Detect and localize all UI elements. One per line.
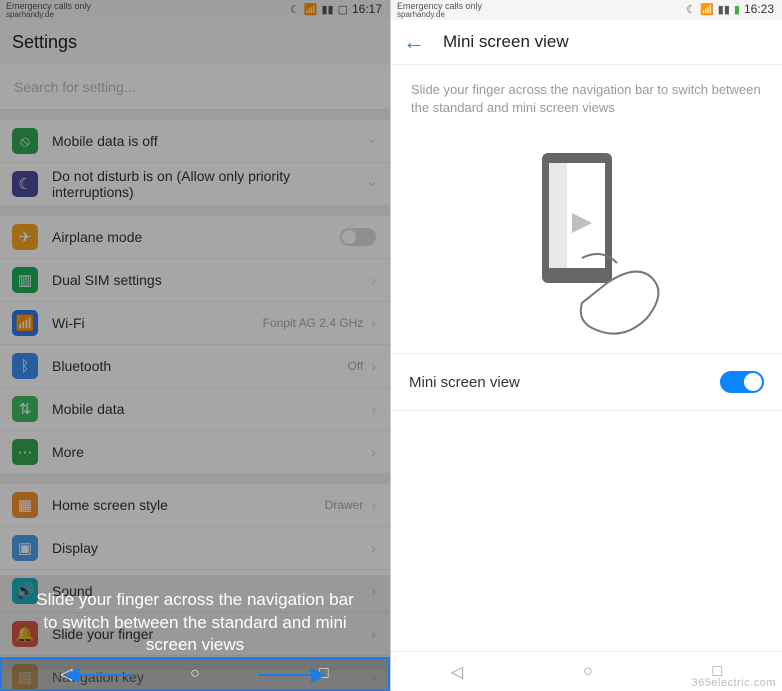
signal-icon: ▮▮: [718, 3, 730, 16]
row-label: Dual SIM settings: [52, 272, 371, 288]
row-mobile-data-off[interactable]: ⦸ Mobile data is off ›: [0, 120, 390, 163]
settings-title-bar: Settings: [0, 20, 390, 64]
hint-arrow-right-icon: ▶: [311, 662, 326, 687]
row-display[interactable]: ▣ Display ›: [0, 527, 390, 570]
hint-line: [78, 674, 132, 676]
row-label: Home screen style: [52, 497, 325, 513]
moon-icon: ☾: [290, 3, 300, 16]
wifi-icon: 📶: [12, 310, 38, 336]
sim-icon: ▥: [12, 267, 38, 293]
row-mobile-data[interactable]: ⇅ Mobile data ›: [0, 388, 390, 431]
row-label: Mobile data: [52, 401, 371, 417]
section-gap: [0, 206, 390, 216]
dnd-icon: ☾: [12, 171, 38, 197]
row-dnd[interactable]: ☾ Do not disturb is on (Allow only prior…: [0, 163, 390, 206]
row-bluetooth[interactable]: ᛒ Bluetooth Off ›: [0, 345, 390, 388]
section-gap: [0, 474, 390, 484]
carrier-sub: sparhandy.de: [397, 11, 482, 19]
row-home-style[interactable]: ▦ Home screen style Drawer ›: [0, 484, 390, 527]
display-icon: ▣: [12, 535, 38, 561]
airplane-icon: ✈: [12, 224, 38, 250]
battery-icon: ▮: [734, 3, 740, 16]
carrier-sub: sparhandy.de: [6, 11, 91, 19]
mini-screen-toggle[interactable]: [720, 371, 764, 393]
nav-home-icon[interactable]: ○: [583, 663, 593, 681]
wifi-icon: 📶: [304, 3, 318, 16]
chevron-right-icon: ›: [371, 540, 376, 556]
airplane-toggle[interactable]: [340, 228, 376, 246]
row-value: Fonpit AG 2.4 GHz: [263, 316, 364, 330]
row-wifi[interactable]: 📶 Wi-Fi Fonpit AG 2.4 GHz ›: [0, 302, 390, 345]
row-label: Airplane mode: [52, 229, 340, 245]
home-icon: ▦: [12, 492, 38, 518]
row-label: Display: [52, 540, 371, 556]
row-more[interactable]: ⋯ More ›: [0, 431, 390, 474]
hint-line: [258, 674, 312, 676]
moon-icon: ☾: [686, 3, 696, 16]
signal-icon: ▮▮: [321, 3, 333, 16]
more-icon: ⋯: [12, 439, 38, 465]
search-input[interactable]: Search for setting...: [0, 64, 390, 110]
nav-bar-hint[interactable]: ◀ ◁ ○ □ ▶: [0, 657, 390, 691]
phone-mini-screen: Emergency calls only sparhandy.de ☾ 📶 ▮▮…: [391, 0, 782, 691]
back-button[interactable]: ←: [403, 29, 425, 55]
chevron-down-icon: ›: [366, 139, 382, 144]
description-text: Slide your finger across the navigation …: [391, 64, 782, 133]
row-dualsim[interactable]: ▥ Dual SIM settings ›: [0, 259, 390, 302]
page-title: Mini screen view: [443, 32, 569, 52]
caption-text: Slide your finger across the navigation …: [28, 589, 362, 658]
status-bar: Emergency calls only sparhandy.de ☾ 📶 ▮▮…: [0, 0, 390, 20]
mobile-data-icon: ⦸: [12, 128, 38, 154]
row-label: Bluetooth: [52, 358, 348, 374]
watermark: 365electric.com: [691, 677, 776, 689]
chevron-down-icon: ›: [366, 182, 382, 187]
row-label: Do not disturb is on (Allow only priorit…: [52, 168, 371, 200]
chevron-right-icon: ›: [371, 272, 376, 288]
row-value: Drawer: [325, 498, 364, 512]
wifi-icon: 📶: [700, 3, 714, 16]
chevron-right-icon: ›: [371, 315, 376, 331]
phone-settings: Emergency calls only sparhandy.de ☾ 📶 ▮▮…: [0, 0, 391, 691]
page-title: Settings: [12, 32, 77, 53]
row-value: Off: [348, 359, 364, 373]
hand-phone-illustration: [487, 143, 687, 343]
row-label: Wi-Fi: [52, 315, 263, 331]
data-icon: ⇅: [12, 396, 38, 422]
clock: 16:17: [352, 2, 382, 16]
toggle-label: Mini screen view: [409, 374, 520, 391]
nav-home-icon[interactable]: ○: [131, 665, 260, 683]
row-airplane[interactable]: ✈ Airplane mode: [0, 216, 390, 259]
row-label: Mobile data is off: [52, 133, 371, 149]
chevron-right-icon: ›: [371, 358, 376, 374]
nav-back-icon[interactable]: ◁: [451, 662, 463, 682]
bluetooth-icon: ᛒ: [12, 353, 38, 379]
clock: 16:23: [744, 2, 774, 16]
status-bar: Emergency calls only sparhandy.de ☾ 📶 ▮▮…: [391, 0, 782, 20]
battery-icon: ▢: [338, 3, 348, 16]
chevron-right-icon: ›: [371, 497, 376, 513]
chevron-right-icon: ›: [371, 444, 376, 460]
illustration: [391, 133, 782, 353]
row-label: More: [52, 444, 371, 460]
section-gap: [0, 110, 390, 120]
search-placeholder: Search for setting...: [14, 79, 135, 95]
chevron-right-icon: ›: [371, 401, 376, 417]
mini-screen-toggle-row[interactable]: Mini screen view: [391, 353, 782, 411]
mini-title-bar: ← Mini screen view: [391, 20, 782, 64]
